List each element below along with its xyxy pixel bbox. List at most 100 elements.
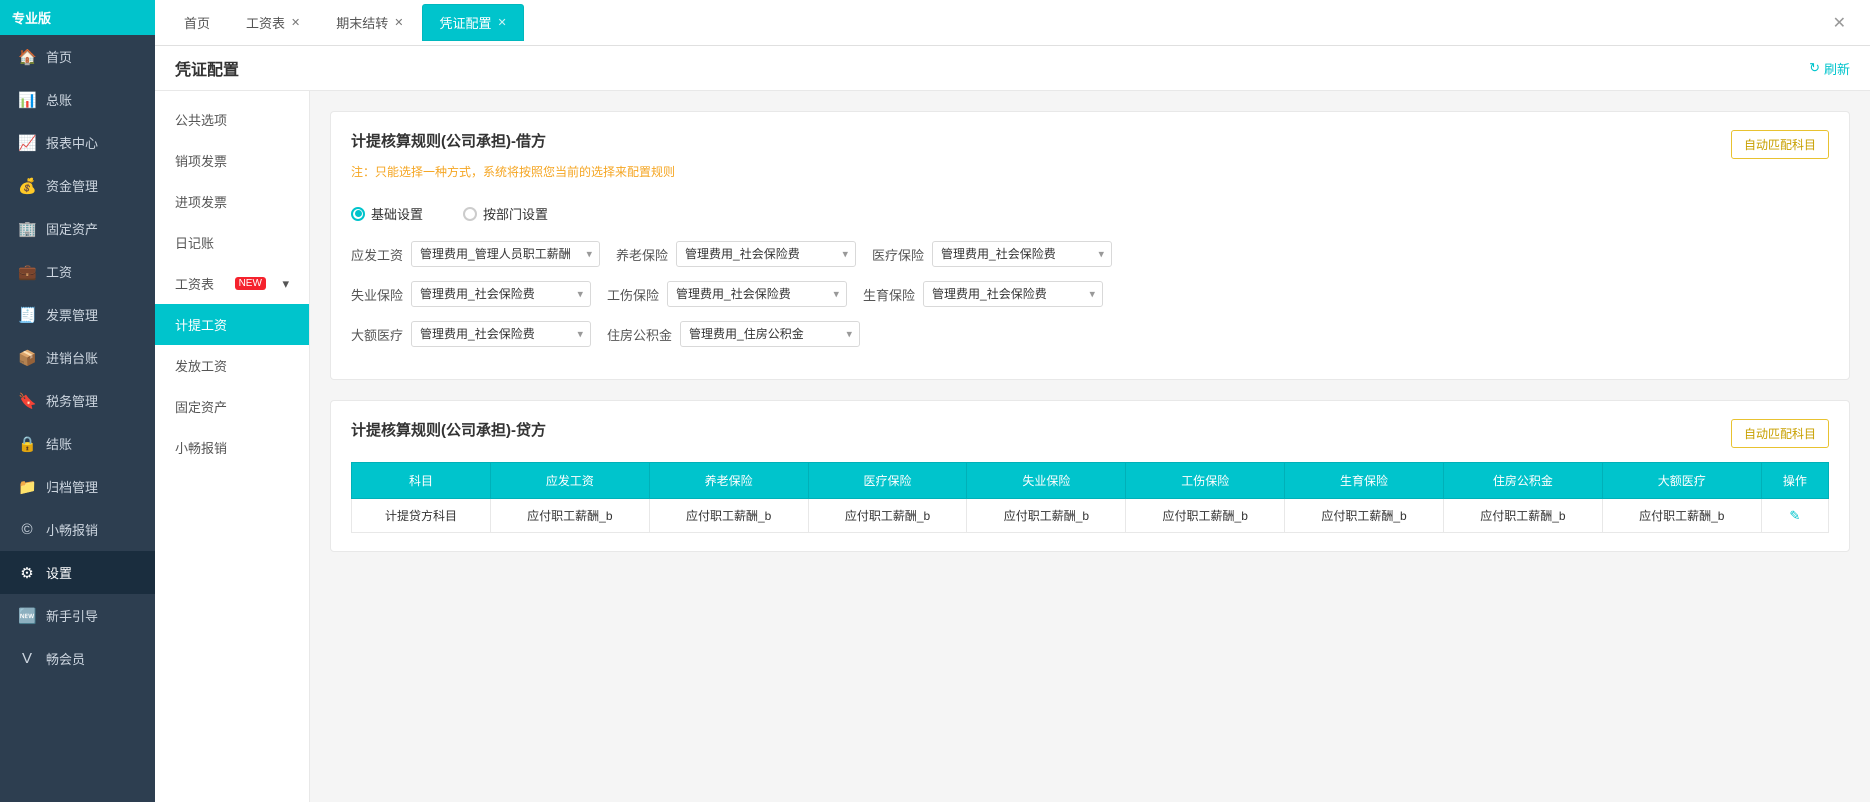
select-wrapper-housing: 管理费用_住房公积金 — [680, 321, 860, 347]
sidebar-label-vip: 畅会员 — [46, 649, 85, 668]
sidebar-item-report[interactable]: 📈报表中心 — [0, 121, 155, 164]
left-nav-label-calc-salary: 计提工资 — [175, 315, 227, 334]
sidebar-item-home[interactable]: 🏠首页 — [0, 35, 155, 78]
section-debit-header: 计提核算规则(公司承担)-借方 注：只能选择一种方式，系统将按照您当前的选择来配… — [351, 130, 1829, 194]
label-medical: 医疗保险 — [872, 245, 924, 264]
tab-label-voucher-config: 凭证配置 — [439, 13, 491, 32]
select-unemployment[interactable]: 管理费用_社会保险费 — [411, 281, 591, 307]
form-row-2: 失业保险 管理费用_社会保险费 工伤保险 管理费用_社会保险费 — [351, 281, 1829, 307]
tab-close-payroll[interactable]: ✕ — [291, 16, 300, 29]
radio-basic[interactable]: 基础设置 — [351, 204, 423, 223]
cell-value-4: 应付职工薪酬_b — [1126, 499, 1285, 533]
sidebar-icon-assets: 🏢 — [18, 220, 36, 238]
sidebar-item-ledger[interactable]: 📊 总账 — [0, 78, 155, 121]
select-maternity[interactable]: 管理费用_社会保险费 — [923, 281, 1103, 307]
sidebar-item-archive[interactable]: 📁 归档管理 — [0, 465, 155, 508]
cell-subject: 计提贷方科目 — [352, 499, 491, 533]
sidebar-item-settings[interactable]: ⚙设置 — [0, 551, 155, 594]
cell-value-7: 应付职工薪酬_b — [1602, 499, 1761, 533]
page-title: 凭证配置 — [175, 56, 239, 80]
sidebar-item-tax[interactable]: 🔖税务管理 — [0, 379, 155, 422]
sidebar-item-funds[interactable]: 💰资金管理 — [0, 164, 155, 207]
tab-close-voucher-config[interactable]: ✕ — [498, 16, 507, 29]
select-wrapper-maternity: 管理费用_社会保险费 — [923, 281, 1103, 307]
sidebar-icon-inventory: 📦 — [18, 349, 36, 367]
app-title: 专业版 — [0, 0, 155, 35]
main-area: 首页工资表✕期末结转✕凭证配置✕ ✕ 凭证配置 ↻ 刷新 公共选项销项发票进项发… — [155, 0, 1870, 802]
label-pension: 养老保险 — [616, 245, 668, 264]
section-credit-header: 计提核算规则(公司承担)-贷方 自动匹配科目 — [351, 419, 1829, 452]
section-credit-title: 计提核算规则(公司承担)-贷方 — [351, 419, 1731, 440]
sidebar-label-archive: 归档管理 — [46, 477, 98, 496]
field-maternity: 生育保险 管理费用_社会保险费 — [863, 281, 1103, 307]
label-salary: 应发工资 — [351, 245, 403, 264]
tab-home[interactable]: 首页 — [167, 4, 227, 41]
select-salary[interactable]: 管理费用_管理人员职工薪酬 — [411, 241, 600, 267]
refresh-button[interactable]: ↻ 刷新 — [1809, 59, 1850, 78]
sidebar-item-assets[interactable]: 🏢固定资产 — [0, 207, 155, 250]
sidebar-item-vip[interactable]: V畅会员 — [0, 637, 155, 680]
cell-action[interactable]: ✎ — [1761, 499, 1828, 533]
left-nav-item-xiaochang[interactable]: 小畅报销 — [155, 427, 309, 468]
left-nav-label-issue-salary: 发放工资 — [175, 356, 227, 375]
sidebar-label-ledger: 总账 — [46, 90, 72, 109]
sidebar-item-closing[interactable]: 🔒结账 — [0, 422, 155, 465]
auto-match-credit-button[interactable]: 自动匹配科目 — [1731, 419, 1829, 448]
sidebar-label-salary: 工资 — [46, 262, 72, 281]
select-medical[interactable]: 管理费用_社会保险费 — [932, 241, 1112, 267]
select-wrapper-big-medical: 管理费用_社会保险费 — [411, 321, 591, 347]
sidebar-icon-xiao-report: © — [18, 521, 36, 538]
field-medical: 医疗保险 管理费用_社会保险费 — [872, 241, 1112, 267]
tab-label-payroll: 工资表 — [246, 13, 285, 32]
refresh-icon: ↻ — [1809, 60, 1820, 76]
radio-dept[interactable]: 按部门设置 — [463, 204, 548, 223]
radio-dept-label: 按部门设置 — [483, 204, 548, 223]
cell-value-1: 应付职工薪酬_b — [649, 499, 808, 533]
radio-basic-circle — [351, 207, 365, 221]
left-nav-item-purchase-invoice[interactable]: 进项发票 — [155, 181, 309, 222]
content-area: 公共选项销项发票进项发票日记账工资表NEW▾计提工资发放工资固定资产小畅报销 计… — [155, 91, 1870, 802]
sidebar-label-home: 首页 — [46, 47, 72, 66]
left-nav-item-calc-salary[interactable]: 计提工资 — [155, 304, 309, 345]
sidebar-item-salary[interactable]: 💼工资 — [0, 250, 155, 293]
tab-close-period-close[interactable]: ✕ — [394, 16, 403, 29]
select-wrapper-injury: 管理费用_社会保险费 — [667, 281, 847, 307]
sidebar-item-guide[interactable]: 🆕新手引导 — [0, 594, 155, 637]
sidebar-item-xiao-report[interactable]: ©小畅报销 — [0, 508, 155, 551]
main-content: 计提核算规则(公司承担)-借方 注：只能选择一种方式，系统将按照您当前的选择来配… — [310, 91, 1870, 802]
left-nav-item-issue-salary[interactable]: 发放工资 — [155, 345, 309, 386]
select-housing[interactable]: 管理费用_住房公积金 — [680, 321, 860, 347]
cell-value-2: 应付职工薪酬_b — [808, 499, 967, 533]
form-row-3: 大额医疗 管理费用_社会保险费 住房公积金 管理费用_住房公积金 — [351, 321, 1829, 347]
credit-table: 科目应发工资养老保险医疗保险失业保险工伤保险生育保险住房公积金大额医疗操作 计提… — [351, 462, 1829, 533]
sidebar-icon-ledger: 📊 — [18, 91, 36, 109]
select-big-medical[interactable]: 管理费用_社会保险费 — [411, 321, 591, 347]
close-window-button[interactable]: ✕ — [1821, 9, 1858, 37]
select-pension[interactable]: 管理费用_社会保险费 — [676, 241, 856, 267]
left-nav-item-payroll-table[interactable]: 工资表NEW▾ — [155, 263, 309, 304]
th-大额医疗: 大额医疗 — [1602, 463, 1761, 499]
tab-voucher-config[interactable]: 凭证配置 ✕ — [422, 4, 523, 41]
field-unemployment: 失业保险 管理费用_社会保险费 — [351, 281, 591, 307]
tab-period-close[interactable]: 期末结转✕ — [319, 4, 420, 41]
th-生育保险: 生育保险 — [1285, 463, 1444, 499]
sidebar-item-inventory[interactable]: 📦进销台账 — [0, 336, 155, 379]
select-injury[interactable]: 管理费用_社会保险费 — [667, 281, 847, 307]
left-nav-item-journal[interactable]: 日记账 — [155, 222, 309, 263]
left-nav-label-payroll-table: 工资表 — [175, 274, 214, 293]
left-nav-item-sales-invoice[interactable]: 销项发票 — [155, 140, 309, 181]
sidebar-icon-archive: 📁 — [18, 478, 36, 496]
cell-value-3: 应付职工薪酬_b — [967, 499, 1126, 533]
left-nav-item-public[interactable]: 公共选项 — [155, 99, 309, 140]
edit-icon[interactable]: ✎ — [1789, 508, 1800, 523]
auto-match-debit-button[interactable]: 自动匹配科目 — [1731, 130, 1829, 159]
field-housing: 住房公积金 管理费用_住房公积金 — [607, 321, 860, 347]
sidebar-item-invoice[interactable]: 🧾发票管理 — [0, 293, 155, 336]
tab-payroll[interactable]: 工资表 ✕ — [229, 4, 317, 41]
select-wrapper-salary: 管理费用_管理人员职工薪酬 — [411, 241, 600, 267]
cell-value-0: 应付职工薪酬_b — [490, 499, 649, 533]
sidebar-label-funds: 资金管理 — [46, 176, 98, 195]
sidebar-icon-invoice: 🧾 — [18, 306, 36, 324]
new-badge: NEW — [235, 277, 266, 290]
left-nav-item-fixed-assets[interactable]: 固定资产 — [155, 386, 309, 427]
